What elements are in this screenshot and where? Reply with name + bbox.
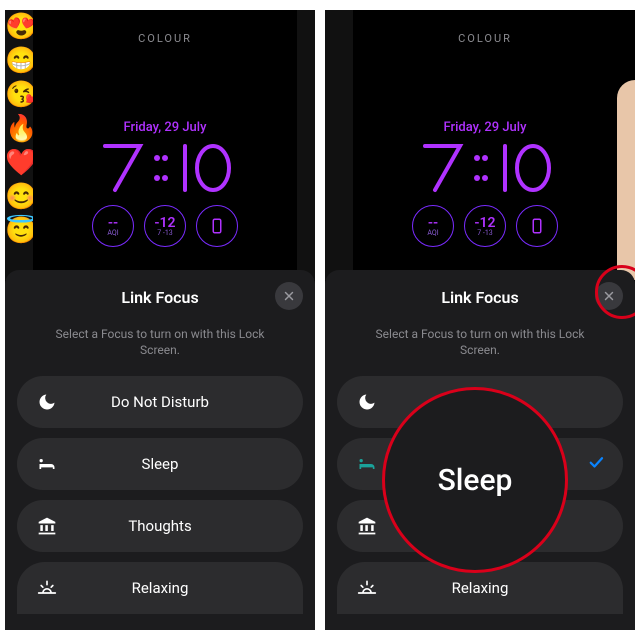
lockscreen-time bbox=[33, 138, 297, 198]
wallpaper-right-strip bbox=[617, 80, 635, 280]
screenshot-left: 😍 😁 😘 🔥 ❤️ 😊 😇 COLOUR Friday, 29 July bbox=[5, 10, 315, 630]
focus-list: Do Not Disturb Sleep Thoughts bbox=[17, 376, 303, 614]
emoji: 😊 bbox=[5, 180, 33, 214]
bed-icon bbox=[35, 454, 59, 474]
lockscreen-widgets: -- AQI -12 7 -13 bbox=[353, 205, 617, 247]
emoji: 🔥 bbox=[5, 112, 33, 146]
focus-option-thoughts[interactable]: Thoughts bbox=[17, 500, 303, 552]
lockscreen-preview: COLOUR Friday, 29 July bbox=[353, 10, 617, 280]
editor-tab-colour[interactable]: COLOUR bbox=[353, 32, 617, 45]
widget-weather[interactable]: -12 7 -13 bbox=[464, 205, 506, 247]
lockscreen-widgets: -- AQI -12 7 -13 bbox=[33, 205, 297, 247]
focus-option-relaxing[interactable]: Relaxing bbox=[337, 562, 623, 614]
wallpaper-left-strip: 😍 😁 😘 🔥 ❤️ 😊 😇 bbox=[5, 10, 33, 280]
sheet-title: Link Focus bbox=[441, 288, 518, 307]
bed-icon bbox=[355, 454, 379, 474]
sheet-title: Link Focus bbox=[121, 288, 198, 307]
close-icon bbox=[602, 289, 616, 303]
link-focus-sheet: Link Focus Select a Focus to turn on wit… bbox=[5, 270, 315, 630]
check-icon bbox=[587, 453, 605, 475]
bank-icon bbox=[35, 516, 59, 536]
focus-option-relaxing[interactable]: Relaxing bbox=[17, 562, 303, 614]
emoji: ❤️ bbox=[5, 146, 33, 180]
focus-option-label: Sleep bbox=[59, 455, 285, 473]
widget-aqi[interactable]: -- AQI bbox=[92, 205, 134, 247]
focus-option-label: Thoughts bbox=[59, 517, 285, 535]
emoji: 😍 bbox=[5, 10, 33, 44]
editor-tab-colour[interactable]: COLOUR bbox=[33, 32, 297, 45]
bank-icon bbox=[355, 516, 379, 536]
close-button[interactable] bbox=[595, 282, 623, 310]
focus-option-dnd[interactable]: Do Not Disturb bbox=[17, 376, 303, 428]
focus-option-label: Do Not Disturb bbox=[59, 393, 285, 411]
widget-phone[interactable] bbox=[196, 205, 238, 247]
sheet-subtitle: Select a Focus to turn on with this Lock… bbox=[41, 326, 279, 358]
lockscreen-time bbox=[353, 138, 617, 198]
screenshot-right: COLOUR Friday, 29 July bbox=[325, 10, 635, 630]
lockscreen-date: Friday, 29 July bbox=[33, 120, 297, 135]
emoji: 😇 bbox=[5, 214, 33, 248]
wallpaper-right-strip bbox=[297, 10, 315, 280]
focus-option-label: Relaxing bbox=[59, 579, 285, 597]
lockscreen-date: Friday, 29 July bbox=[353, 120, 617, 135]
close-button[interactable] bbox=[275, 282, 303, 310]
sunrise-icon bbox=[35, 578, 59, 598]
moon-icon bbox=[35, 392, 59, 412]
lockscreen-preview: COLOUR Friday, 29 July bbox=[33, 10, 297, 280]
wallpaper-left-strip bbox=[325, 10, 353, 280]
zoom-label: Sleep bbox=[438, 463, 513, 498]
moon-icon bbox=[355, 392, 379, 412]
focus-option-label: Relaxing bbox=[379, 579, 605, 597]
widget-weather[interactable]: -12 7 -13 bbox=[144, 205, 186, 247]
highlight-zoom-sleep: Sleep bbox=[385, 390, 565, 570]
widget-aqi[interactable]: -- AQI bbox=[412, 205, 454, 247]
emoji: 😁 bbox=[5, 44, 33, 78]
widget-phone[interactable] bbox=[516, 205, 558, 247]
focus-option-sleep[interactable]: Sleep bbox=[17, 438, 303, 490]
sheet-subtitle: Select a Focus to turn on with this Lock… bbox=[361, 326, 599, 358]
close-icon bbox=[282, 289, 296, 303]
emoji: 😘 bbox=[5, 78, 33, 112]
sunrise-icon bbox=[355, 578, 379, 598]
